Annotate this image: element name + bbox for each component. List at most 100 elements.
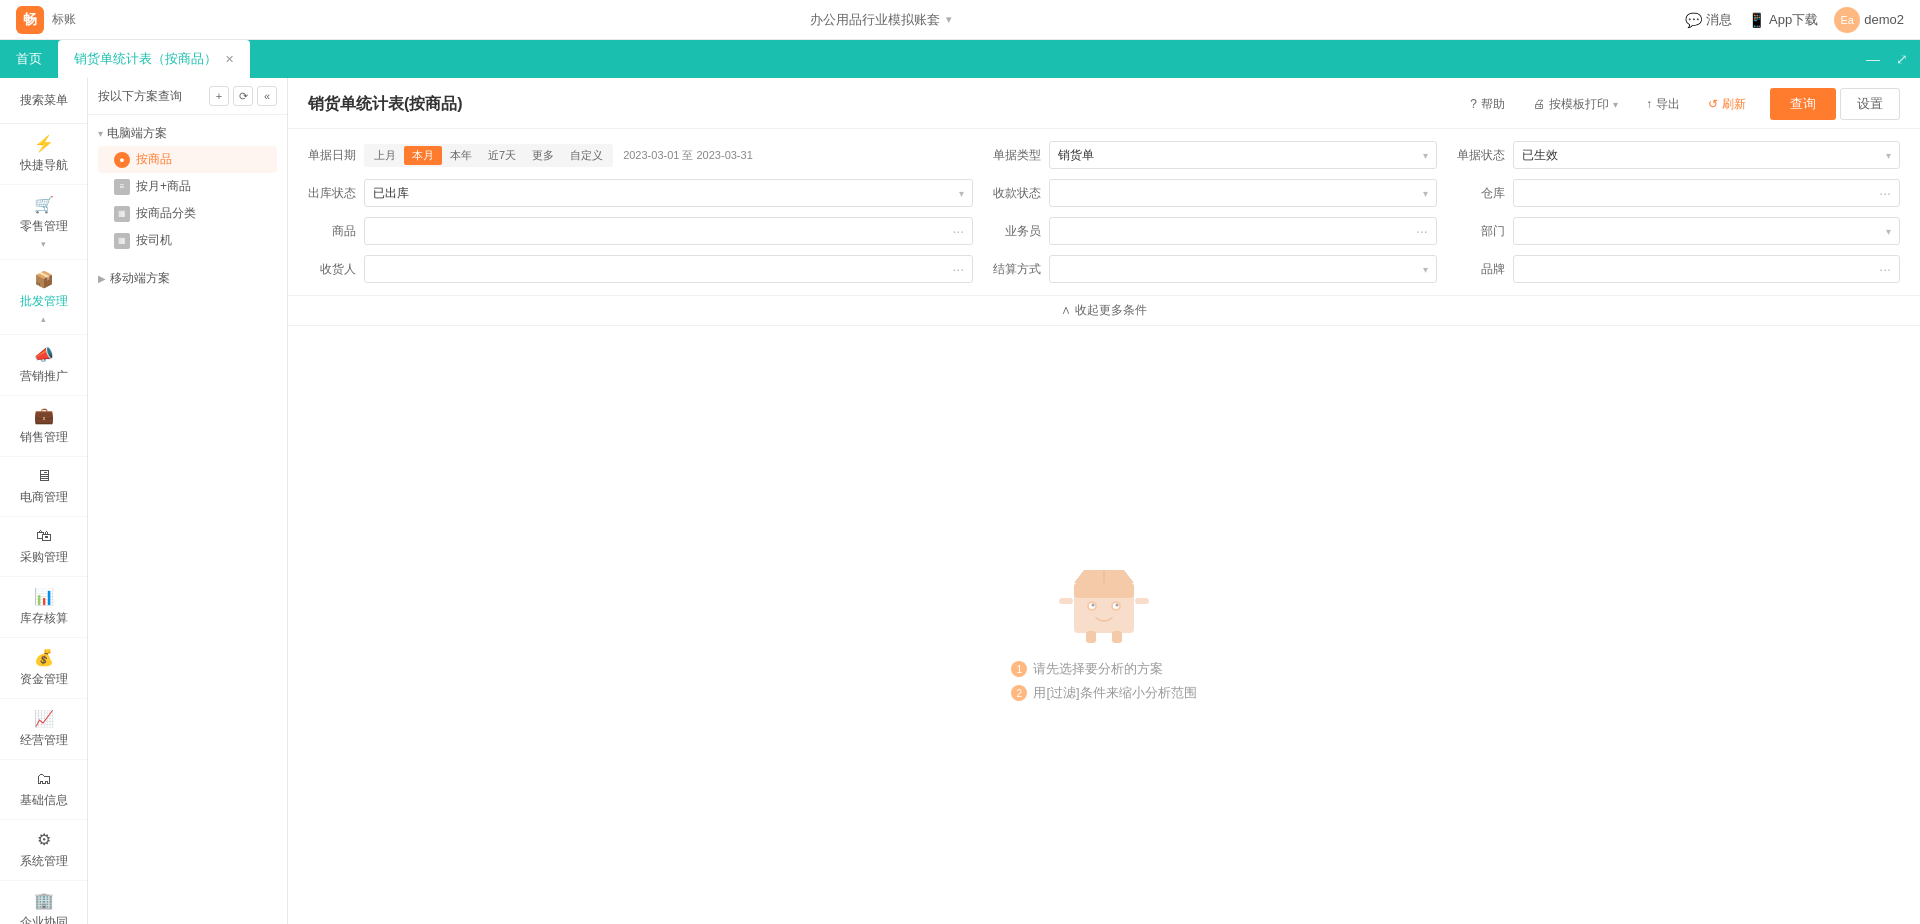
sidebar-item-ecommerce[interactable]: 🖥 电商管理 — [0, 457, 87, 517]
sidebar-basic-label: 基础信息 — [20, 792, 68, 809]
scheme-item-by-category[interactable]: ▦ 按商品分类 — [98, 200, 277, 227]
scheme-item-icon-by-month-product: ≡ — [114, 179, 130, 195]
sidebar-item-finance[interactable]: 💰 资金管理 — [0, 638, 87, 699]
export-button[interactable]: ↑ 导出 — [1638, 92, 1688, 117]
empty-tip-2-text: 用[过滤]条件来缩小分析范围 — [1033, 684, 1196, 702]
filter-doc-status-label: 单据状态 — [1457, 147, 1505, 164]
date-tab-custom[interactable]: 自定义 — [562, 146, 611, 165]
tab-minimize-icon[interactable]: — — [1862, 49, 1884, 69]
sidebar-item-sales[interactable]: 💼 销售管理 — [0, 396, 87, 457]
filter-department-label: 部门 — [1457, 223, 1505, 240]
sidebar-item-shortcut[interactable]: ⚡ 快捷导航 — [0, 124, 87, 185]
date-tab-this-year[interactable]: 本年 — [442, 146, 480, 165]
sidebar-search-label[interactable]: 搜索菜单 — [20, 86, 68, 115]
date-tab-last-7-days[interactable]: 近7天 — [480, 146, 524, 165]
date-tab-this-month[interactable]: 本月 — [404, 146, 442, 165]
workspace-label: 办公用品行业模拟账套 — [810, 11, 940, 29]
sidebar-item-retail[interactable]: 🛒 零售管理 ▾ — [0, 185, 87, 260]
date-tabs: 上月 本月 本年 近7天 更多 自定义 — [364, 144, 613, 167]
sidebar-item-company[interactable]: 🏢 企业协同 — [0, 881, 87, 924]
filter-warehouse-input[interactable]: ··· — [1513, 179, 1900, 207]
help-button[interactable]: ? 帮助 — [1462, 92, 1513, 117]
collapse-row[interactable]: ∧ 收起更多条件 — [288, 296, 1920, 326]
filter-date-label: 单据日期 — [308, 147, 356, 164]
svg-rect-9 — [1135, 598, 1149, 604]
scheme-panel: 按以下方案查询 + ⟳ « ▾ 电脑端方案 ● 按商品 ≡ — [88, 78, 288, 924]
filter-product-input[interactable]: ··· — [364, 217, 973, 245]
date-tab-last-month[interactable]: 上月 — [366, 146, 404, 165]
filter-warehouse-dots-icon[interactable]: ··· — [1879, 185, 1891, 201]
workspace-selector[interactable]: 办公用品行业模拟账套 ▾ — [810, 11, 952, 29]
scheme-add-button[interactable]: + — [209, 86, 229, 106]
filter-department-input[interactable]: ▾ — [1513, 217, 1900, 245]
scheme-desktop-title[interactable]: ▾ 电脑端方案 — [98, 121, 277, 146]
scheme-item-by-cashier[interactable]: ▦ 按司机 — [98, 227, 277, 254]
filter-salesperson-dots-icon[interactable]: ··· — [1416, 223, 1428, 239]
tab-close-icon[interactable]: ✕ — [225, 53, 234, 66]
scheme-mobile-title[interactable]: ▶ 移动端方案 — [98, 266, 277, 291]
filter-row-2: 出库状态 已出库 ▾ 收款状态 ▾ 仓库 — [308, 179, 1900, 207]
tip-num-2: 2 — [1011, 685, 1027, 701]
sidebar-item-system[interactable]: ⚙ 系统管理 — [0, 820, 87, 881]
page-title: 销货单统计表(按商品) — [308, 94, 463, 115]
filter-settlement-input[interactable]: ▾ — [1049, 255, 1436, 283]
scheme-refresh-button[interactable]: ⟳ — [233, 86, 253, 106]
finance-icon: 💰 — [34, 648, 54, 667]
tab-stats[interactable]: 销货单统计表（按商品） ✕ — [58, 40, 250, 78]
date-tab-more[interactable]: 更多 — [524, 146, 562, 165]
sidebar-purchase-label: 采购管理 — [20, 549, 68, 566]
svg-rect-10 — [1086, 631, 1096, 643]
message-label: 消息 — [1706, 11, 1732, 29]
sidebar-wholesale-label: 批发管理 — [20, 293, 68, 310]
wholesale-arrow-icon: ▴ — [41, 314, 46, 324]
avatar: Ea — [1834, 7, 1860, 33]
scheme-mobile-label: 移动端方案 — [110, 270, 170, 287]
query-button[interactable]: 查询 — [1770, 88, 1836, 120]
svg-point-7 — [1116, 604, 1119, 607]
sidebar-shortcut-label: 快捷导航 — [20, 157, 68, 174]
sidebar-item-marketing[interactable]: 📣 营销推广 — [0, 335, 87, 396]
setting-button[interactable]: 设置 — [1840, 88, 1900, 120]
scheme-collapse-button[interactable]: « — [257, 86, 277, 106]
company-icon: 🏢 — [34, 891, 54, 910]
sidebar-item-wholesale[interactable]: 📦 批发管理 ▴ — [0, 260, 87, 335]
template-print-button[interactable]: 🖨 按模板打印 ▾ — [1525, 92, 1626, 117]
logo-sub-text: 标账 — [52, 11, 76, 28]
user-avatar-area[interactable]: Ea demo2 — [1834, 7, 1904, 33]
filter-payment-status-input[interactable]: ▾ — [1049, 179, 1436, 207]
refresh-label: 刷新 — [1722, 96, 1746, 113]
filter-department-field: 部门 ▾ — [1457, 217, 1900, 245]
user-label: demo2 — [1864, 12, 1904, 27]
app-download-button[interactable]: 📱 App下载 — [1748, 11, 1818, 29]
filter-date-field: 单据日期 上月 本月 本年 近7天 更多 自定义 2023-03-01 至 20… — [308, 144, 973, 167]
sidebar-company-label: 企业协同 — [20, 914, 68, 924]
sidebar-item-inventory[interactable]: 📊 库存核算 — [0, 577, 87, 638]
empty-tip-1: 1 请先选择要分析的方案 — [1011, 660, 1196, 678]
filter-brand-input[interactable]: ··· — [1513, 255, 1900, 283]
sidebar-item-basic[interactable]: 🗂 基础信息 — [0, 760, 87, 820]
filter-product-dots-icon[interactable]: ··· — [952, 223, 964, 239]
message-button[interactable]: 💬 消息 — [1685, 11, 1732, 29]
tab-home[interactable]: 首页 — [0, 40, 58, 78]
refresh-button[interactable]: ↺ 刷新 — [1700, 92, 1754, 117]
sidebar-ecommerce-label: 电商管理 — [20, 489, 68, 506]
scheme-item-by-product-label: 按商品 — [136, 151, 172, 168]
header-right: 💬 消息 📱 App下载 Ea demo2 — [1685, 7, 1904, 33]
filter-out-status-input[interactable]: 已出库 ▾ — [364, 179, 973, 207]
sidebar-item-operation[interactable]: 📈 经营管理 — [0, 699, 87, 760]
filter-doc-type-input[interactable]: 销货单 ▾ — [1049, 141, 1436, 169]
tab-home-label: 首页 — [16, 50, 42, 68]
filter-salesperson-input[interactable]: ··· — [1049, 217, 1436, 245]
filter-brand-dots-icon[interactable]: ··· — [1879, 261, 1891, 277]
top-header: 畅 标账 办公用品行业模拟账套 ▾ 💬 消息 📱 App下载 Ea demo2 — [0, 0, 1920, 40]
scheme-item-by-month-product[interactable]: ≡ 按月+商品 — [98, 173, 277, 200]
scheme-item-by-product[interactable]: ● 按商品 — [98, 146, 277, 173]
filter-recipient-dots-icon[interactable]: ··· — [952, 261, 964, 277]
tab-expand-icon[interactable]: ⤢ — [1892, 49, 1912, 69]
content-area: 按以下方案查询 + ⟳ « ▾ 电脑端方案 ● 按商品 ≡ — [88, 78, 1920, 924]
filter-recipient-input[interactable]: ··· — [364, 255, 973, 283]
template-print-label: 按模板打印 — [1549, 96, 1609, 113]
filter-doc-status-input[interactable]: 已生效 ▾ — [1513, 141, 1900, 169]
sidebar-item-purchase[interactable]: 🛍 采购管理 — [0, 517, 87, 577]
tip-num-1: 1 — [1011, 661, 1027, 677]
